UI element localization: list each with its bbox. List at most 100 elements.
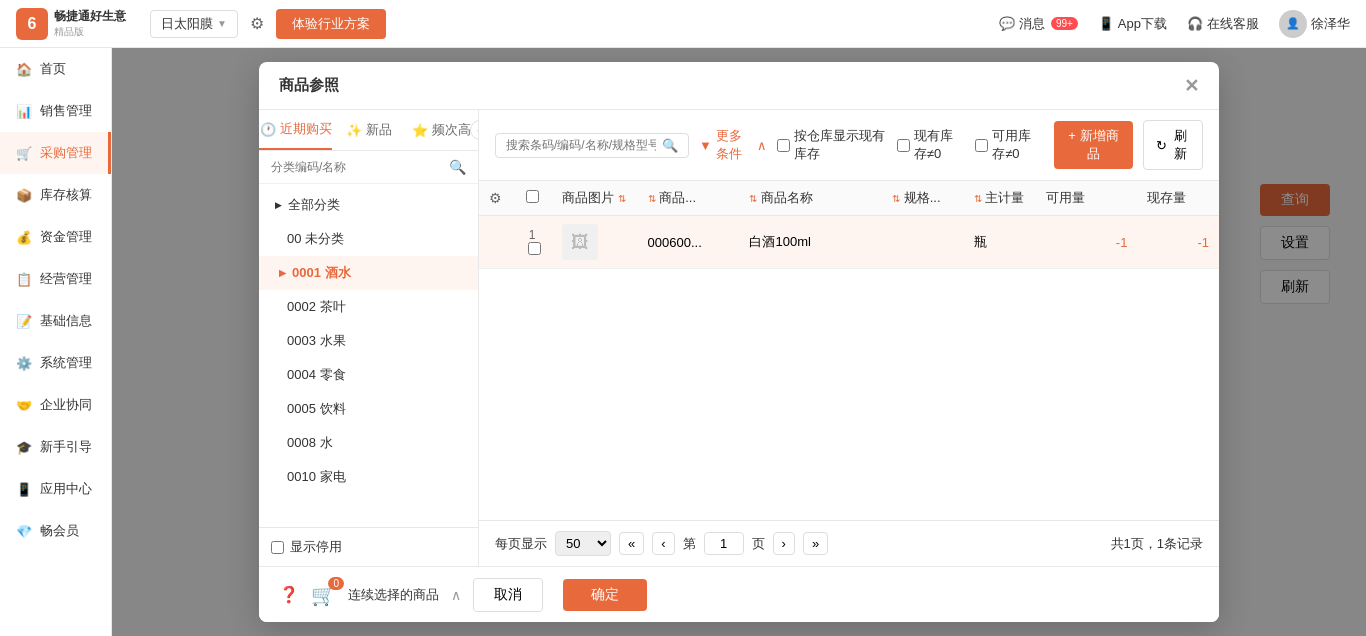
sidebar-item-basic[interactable]: 📝 基础信息 xyxy=(0,300,111,342)
expand-icon[interactable]: ∧ xyxy=(451,587,461,603)
system-icon: ⚙️ xyxy=(16,356,32,371)
cat-item-0003[interactable]: 0003 水果 xyxy=(259,324,478,358)
show-disabled-checkbox[interactable] xyxy=(271,541,284,554)
filter-label: 更多条件 xyxy=(716,127,753,163)
col-avail-label: 可用量 xyxy=(1046,190,1085,205)
cat-tab-new[interactable]: ✨ 新品 xyxy=(332,110,405,150)
next-page-btn[interactable]: › xyxy=(773,532,795,555)
cat-tab-recent[interactable]: 🕐 近期购买 xyxy=(259,110,332,150)
sidebar-item-guide[interactable]: 🎓 新手引导 xyxy=(0,426,111,468)
show-disabled-label[interactable]: 显示停用 xyxy=(290,538,342,556)
warehouse-checkbox[interactable] xyxy=(777,139,790,152)
col-settings: ⚙ xyxy=(479,181,516,216)
nav-selector-label: 日太阳膜 xyxy=(161,15,213,33)
service-label: 在线客服 xyxy=(1207,15,1259,33)
refresh-btn[interactable]: ↻ 刷新 xyxy=(1143,120,1203,170)
search-icon[interactable]: 🔍 xyxy=(449,159,466,175)
sidebar-item-operation[interactable]: 📋 经营管理 xyxy=(0,258,111,300)
row-unit: 瓶 xyxy=(974,234,987,249)
sidebar-item-appstore[interactable]: 📱 应用中心 xyxy=(0,468,111,510)
cat-tab-freq[interactable]: ⭐ 频次高 xyxy=(405,110,478,150)
app-item[interactable]: 📱 App下载 xyxy=(1098,15,1167,33)
sidebar-item-purchase[interactable]: 🛒 采购管理 xyxy=(0,132,111,174)
cat-search: 🔍 xyxy=(259,151,478,184)
cat-item-label: 0010 家电 xyxy=(287,468,346,486)
col-unit-header[interactable]: ⇅ 主计量 xyxy=(964,181,1036,216)
cat-item-0001[interactable]: ▶ 0001 酒水 xyxy=(259,256,478,290)
sidebar-item-inventory[interactable]: 📦 库存核算 xyxy=(0,174,111,216)
operation-icon: 📋 xyxy=(16,272,32,287)
enterprise-icon: 🤝 xyxy=(16,398,32,413)
sort-icon: ⇅ xyxy=(618,193,626,204)
per-page-label: 每页显示 xyxy=(495,535,547,553)
col-stock-label: 现存量 xyxy=(1147,190,1186,205)
prev-page-btn[interactable]: ‹ xyxy=(652,532,674,555)
check-usable-stock[interactable]: 可用库存≠0 xyxy=(975,127,1043,163)
table-gear-icon[interactable]: ⚙ xyxy=(489,190,502,206)
col-stock-header: 现存量 xyxy=(1137,181,1219,216)
first-page-btn[interactable]: « xyxy=(619,532,644,555)
cat-item-label: 0004 零食 xyxy=(287,366,346,384)
col-code-header[interactable]: ⇅ 商品... xyxy=(638,181,740,216)
cat-item-all[interactable]: ▶ 全部分类 xyxy=(259,188,478,222)
headset-icon: 🎧 xyxy=(1187,16,1203,31)
sidebar-label-finance: 资金管理 xyxy=(40,228,92,246)
cart-wrap[interactable]: 🛒 0 xyxy=(311,583,336,607)
sort-icon: ⇅ xyxy=(749,193,757,204)
page-total: 共1页，1条记录 xyxy=(1111,535,1203,553)
cat-item-0002[interactable]: 0002 茶叶 xyxy=(259,290,478,324)
cat-item-00[interactable]: 00 未分类 xyxy=(259,222,478,256)
confirm-btn[interactable]: 确定 xyxy=(563,579,647,611)
filter-btn[interactable]: ▼ 更多条件 ∧ xyxy=(699,127,767,163)
cat-item-0005[interactable]: 0005 饮料 xyxy=(259,392,478,426)
avail-stock-checkbox[interactable] xyxy=(897,139,910,152)
logo-area: 6 畅捷通好生意 精品版 xyxy=(16,8,126,40)
gear-icon[interactable]: ⚙ xyxy=(250,14,264,33)
sidebar-item-finance[interactable]: 💰 资金管理 xyxy=(0,216,111,258)
col-spec-header[interactable]: ⇅ 规格... xyxy=(882,181,964,216)
cat-item-0004[interactable]: 0004 零食 xyxy=(259,358,478,392)
select-all-checkbox[interactable] xyxy=(526,190,539,203)
cat-search-input[interactable] xyxy=(271,160,443,174)
usable-stock-checkbox[interactable] xyxy=(975,139,988,152)
recent-icon: 🕐 xyxy=(260,122,276,137)
modal-title: 商品参照 xyxy=(279,76,339,95)
sidebar-label-system: 系统管理 xyxy=(40,354,92,372)
row-checkbox[interactable] xyxy=(528,242,541,255)
refresh-label: 刷新 xyxy=(1171,127,1190,163)
check-avail-stock[interactable]: 现有库存≠0 xyxy=(897,127,965,163)
user-item[interactable]: 👤 徐泽华 xyxy=(1279,10,1350,38)
sidebar-item-enterprise[interactable]: 🤝 企业协同 xyxy=(0,384,111,426)
add-product-btn[interactable]: + 新增商品 xyxy=(1054,121,1134,169)
cat-item-0008[interactable]: 0008 水 xyxy=(259,426,478,460)
col-img-header[interactable]: 商品图片 ⇅ xyxy=(552,181,637,216)
table-row[interactable]: 1 🖼 xyxy=(479,216,1219,269)
last-page-btn[interactable]: » xyxy=(803,532,828,555)
sidebar-label-member: 畅会员 xyxy=(40,522,79,540)
product-search-box: 🔍 xyxy=(495,133,689,158)
sidebar-item-home[interactable]: 🏠 首页 xyxy=(0,48,111,90)
sidebar-item-sales[interactable]: 📊 销售管理 xyxy=(0,90,111,132)
overlay: 商品参照 ✕ 🕐 近期购买 ✨ xyxy=(112,48,1366,636)
cancel-btn[interactable]: 取消 xyxy=(473,578,543,612)
row-avail: -1 xyxy=(1116,235,1128,250)
exp-btn[interactable]: 体验行业方案 xyxy=(276,9,386,39)
page-input[interactable] xyxy=(704,532,744,555)
row-name: 白酒100ml xyxy=(749,234,810,249)
sidebar-item-member[interactable]: 💎 畅会员 xyxy=(0,510,111,552)
check-warehouse[interactable]: 按仓库显示现有库存 xyxy=(777,127,887,163)
msg-item[interactable]: 💬 消息 99+ xyxy=(999,15,1078,33)
close-icon[interactable]: ✕ xyxy=(1184,75,1199,97)
per-page-select[interactable]: 10 20 50 100 xyxy=(555,531,611,556)
help-icon[interactable]: ❓ xyxy=(279,585,299,604)
nav-selector[interactable]: 日太阳膜 ▼ xyxy=(150,10,238,38)
cat-item-label: 0003 水果 xyxy=(287,332,346,350)
nav-right: 💬 消息 99+ 📱 App下载 🎧 在线客服 👤 徐泽华 xyxy=(999,10,1350,38)
sidebar-item-system[interactable]: ⚙️ 系统管理 xyxy=(0,342,111,384)
service-item[interactable]: 🎧 在线客服 xyxy=(1187,15,1259,33)
search-icon[interactable]: 🔍 xyxy=(662,138,678,153)
cat-item-0010[interactable]: 0010 家电 xyxy=(259,460,478,494)
col-name-header[interactable]: ⇅ 商品名称 xyxy=(739,181,882,216)
product-search-input[interactable] xyxy=(506,138,656,152)
arrow-icon: ▶ xyxy=(275,200,282,210)
